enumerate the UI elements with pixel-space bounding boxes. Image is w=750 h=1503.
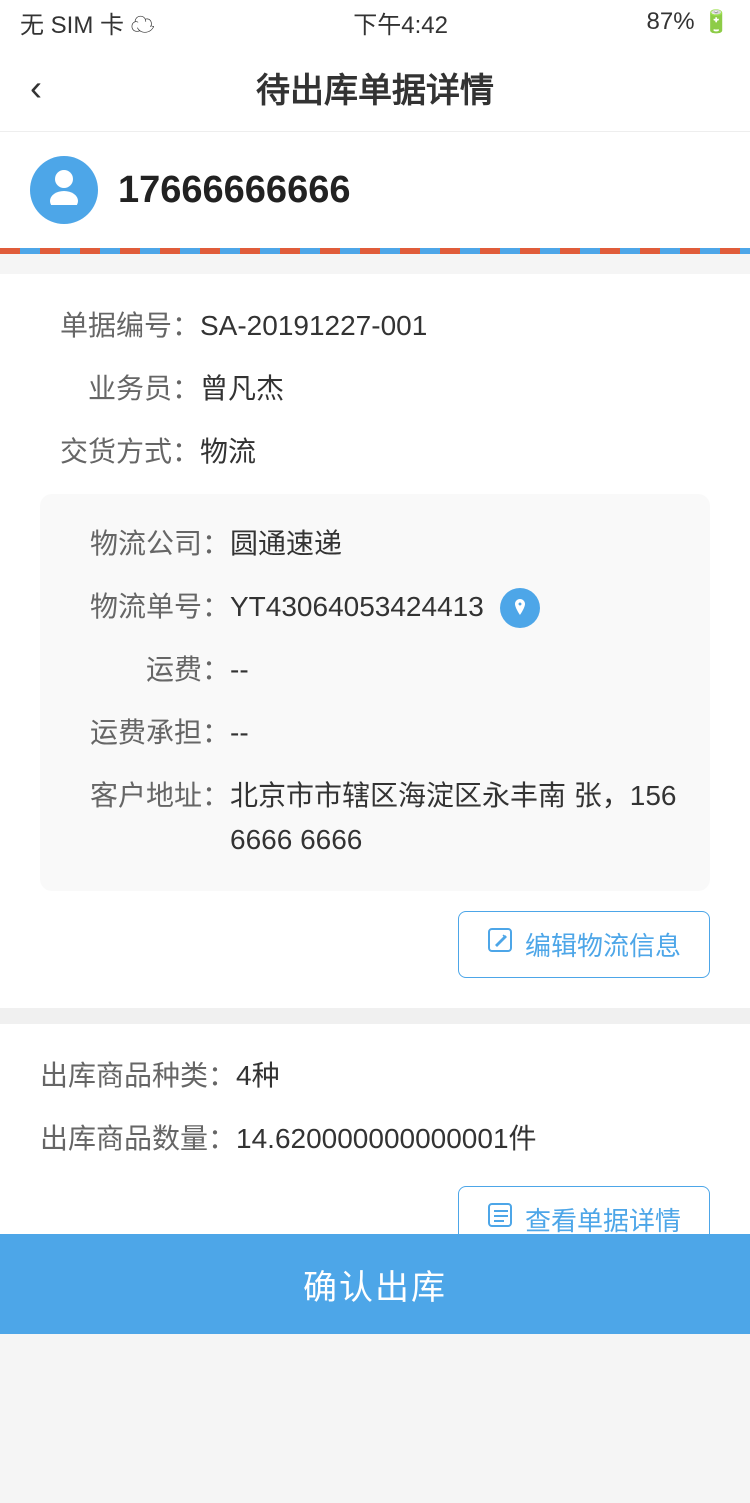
- delivery-type-row: 交货方式： 物流: [40, 430, 710, 475]
- address-value: 北京市市辖区海淀区永丰南 张，156 6666 6666: [230, 774, 680, 864]
- salesman-label: 业务员：: [40, 367, 200, 412]
- delivery-type-label: 交货方式：: [40, 430, 200, 475]
- edit-icon: [487, 927, 515, 962]
- address-label: 客户地址：: [70, 774, 230, 819]
- edit-btn-container: 编辑物流信息: [40, 911, 710, 978]
- battery-icon: 🔋: [703, 9, 730, 35]
- goods-type-value: 4种: [236, 1054, 710, 1099]
- salesman-value: 曾凡杰: [200, 367, 710, 412]
- goods-type-label: 出库商品种类：: [40, 1054, 236, 1099]
- logistics-box: 物流公司： 圆通速递 物流单号： YT43064053424413 运费： --…: [40, 494, 710, 891]
- edit-logistics-button[interactable]: 编辑物流信息: [458, 911, 710, 978]
- freight-label: 运费：: [70, 648, 230, 693]
- freight-bearer-value: --: [230, 711, 680, 756]
- logistics-company-row: 物流公司： 圆通速递: [70, 522, 680, 567]
- status-time: 下午4:42: [353, 5, 448, 40]
- order-info-section: 单据编号： SA-20191227-001 业务员： 曾凡杰 交货方式： 物流 …: [0, 274, 750, 1008]
- delivery-type-value: 物流: [200, 430, 710, 475]
- status-right: 87% 🔋: [647, 8, 730, 36]
- status-bar: 无 SIM 卡 ☁ 下午4:42 87% 🔋: [0, 0, 750, 44]
- back-button[interactable]: ‹: [30, 67, 42, 109]
- sim-status: 无 SIM 卡 ☁: [20, 5, 155, 40]
- goods-quantity-value: 14.620000000000001件: [236, 1117, 710, 1162]
- order-no-label: 单据编号：: [40, 304, 200, 349]
- tracking-no-row: 物流单号： YT43064053424413: [70, 585, 680, 630]
- nav-bar: ‹ 待出库单据详情: [0, 44, 750, 132]
- freight-bearer-label: 运费承担：: [70, 711, 230, 756]
- order-no-value: SA-20191227-001: [200, 304, 710, 349]
- status-left: 无 SIM 卡 ☁: [20, 5, 155, 40]
- goods-quantity-row: 出库商品数量： 14.620000000000001件: [40, 1117, 710, 1162]
- customer-phone: 17666666666: [118, 169, 350, 212]
- freight-bearer-row: 运费承担： --: [70, 711, 680, 756]
- salesman-row: 业务员： 曾凡杰: [40, 367, 710, 412]
- goods-type-row: 出库商品种类： 4种: [40, 1054, 710, 1099]
- tracking-no-label: 物流单号：: [70, 585, 230, 630]
- logistics-company-value: 圆通速递: [230, 522, 680, 567]
- page-title: 待出库单据详情: [256, 63, 494, 112]
- view-detail-label: 查看单据详情: [525, 1201, 681, 1238]
- battery-status: 87%: [647, 8, 695, 36]
- freight-row: 运费： --: [70, 648, 680, 693]
- location-icon[interactable]: [500, 588, 540, 628]
- address-row: 客户地址： 北京市市辖区海淀区永丰南 张，156 6666 6666: [70, 774, 680, 864]
- customer-header: 17666666666: [0, 132, 750, 248]
- list-icon: [487, 1202, 515, 1237]
- person-icon: [44, 165, 84, 215]
- tracking-no-value: YT43064053424413: [230, 585, 680, 630]
- avatar: [30, 156, 98, 224]
- confirm-label: 确认出库: [303, 1260, 447, 1309]
- separator: [0, 1008, 750, 1024]
- dashed-divider: [0, 248, 750, 254]
- goods-quantity-label: 出库商品数量：: [40, 1117, 236, 1162]
- logistics-company-label: 物流公司：: [70, 522, 230, 567]
- order-no-row: 单据编号： SA-20191227-001: [40, 304, 710, 349]
- confirm-button[interactable]: 确认出库: [0, 1234, 750, 1334]
- freight-value: --: [230, 648, 680, 693]
- edit-logistics-label: 编辑物流信息: [525, 926, 681, 963]
